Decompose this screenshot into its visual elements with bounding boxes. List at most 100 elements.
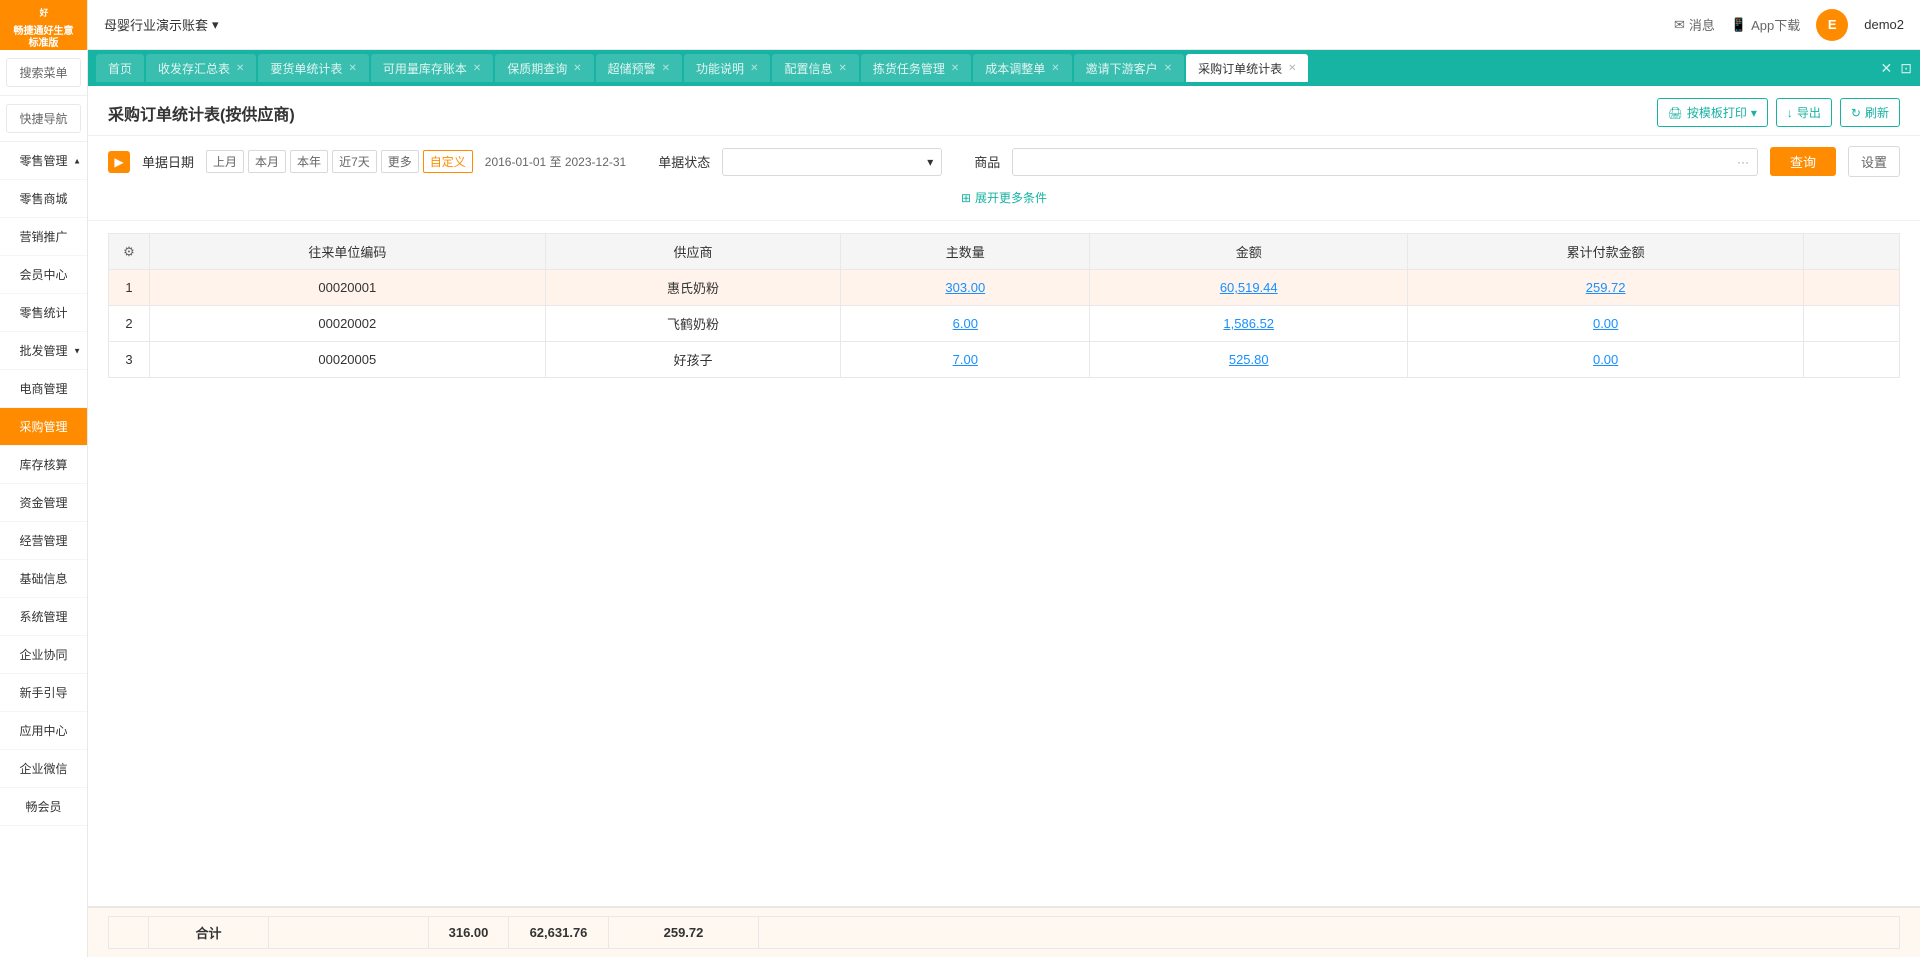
- row-3-amount[interactable]: 525.80: [1090, 342, 1408, 378]
- tab-function-desc[interactable]: 功能说明 ✕: [684, 54, 770, 82]
- sidebar-item-marketing[interactable]: 营销推广: [0, 218, 87, 256]
- row-3-qty[interactable]: 7.00: [841, 342, 1090, 378]
- tab-cost-adjust-close[interactable]: ✕: [1051, 63, 1059, 74]
- sidebar-item-finance[interactable]: 资金管理: [0, 484, 87, 522]
- tab-warranty-query-label: 保质期查询: [507, 60, 567, 77]
- sidebar-item-retail-stat[interactable]: 零售统计: [0, 294, 87, 332]
- row-2-qty[interactable]: 6.00: [841, 306, 1090, 342]
- sidebar-item-wechat[interactable]: 企业微信: [0, 750, 87, 788]
- tab-order-summary-close[interactable]: ✕: [348, 63, 356, 74]
- filter-date-more[interactable]: 更多: [381, 150, 419, 173]
- row-2-paid[interactable]: 0.00: [1408, 306, 1804, 342]
- row-3-supplier: 好孩子: [545, 342, 841, 378]
- tab-available-inventory-close[interactable]: ✕: [473, 63, 481, 74]
- print-dropdown-icon: ▾: [1751, 106, 1757, 120]
- tab-purchase-summary[interactable]: 采购订单统计表 ✕: [1186, 54, 1308, 82]
- username-label[interactable]: demo2: [1864, 17, 1904, 32]
- tab-available-inventory[interactable]: 可用量库存账本 ✕: [371, 54, 493, 82]
- user-avatar[interactable]: E: [1816, 9, 1848, 41]
- export-button[interactable]: ↓ 导出: [1776, 98, 1832, 127]
- sidebar-item-member[interactable]: 会员中心: [0, 256, 87, 294]
- sidebar-item-newbie[interactable]: 新手引导: [0, 674, 87, 712]
- print-button[interactable]: 🖨 按模板打印 ▾: [1657, 98, 1768, 127]
- sidebar-item-vip[interactable]: 畅会员: [0, 788, 87, 826]
- filter-goods-input[interactable]: ···: [1012, 148, 1758, 176]
- filter-date-7days[interactable]: 近7天: [332, 150, 377, 173]
- tab-picking-task[interactable]: 拣货任务管理 ✕: [861, 54, 971, 82]
- sidebar-item-retail-mall[interactable]: 零售商城: [0, 180, 87, 218]
- sidebar-item-app-center[interactable]: 应用中心: [0, 712, 87, 750]
- row-3-num: 3: [109, 342, 150, 378]
- tab-order-summary-label: 要货单统计表: [270, 60, 342, 77]
- filter-date-range: 2016-01-01 至 2023-12-31: [485, 153, 626, 170]
- sidebar-item-system[interactable]: 系统管理: [0, 598, 87, 636]
- filter-date-last-month[interactable]: 上月: [206, 150, 244, 173]
- svg-text:好: 好: [38, 6, 48, 17]
- table-settings-icon[interactable]: ⚙: [121, 244, 137, 260]
- tab-purchase-summary-close[interactable]: ✕: [1288, 63, 1296, 74]
- tab-receive-summary-close[interactable]: ✕: [236, 63, 244, 74]
- row-1-paid[interactable]: 259.72: [1408, 270, 1804, 306]
- tab-maximize-button[interactable]: ⊡: [1900, 60, 1912, 77]
- expand-more-button[interactable]: ⊞ 展开更多条件: [108, 185, 1900, 210]
- col-settings: ⚙: [109, 234, 150, 270]
- status-filter-label: 单据状态: [658, 152, 710, 171]
- tab-overstock-warning[interactable]: 超储预警 ✕: [596, 54, 682, 82]
- filter-date-this-month[interactable]: 本月: [248, 150, 286, 173]
- sidebar-item-ecommerce[interactable]: 电商管理: [0, 370, 87, 408]
- tab-warranty-query-close[interactable]: ✕: [573, 63, 581, 74]
- filter-toggle-button[interactable]: ▶: [108, 151, 130, 173]
- row-3-paid[interactable]: 0.00: [1408, 342, 1804, 378]
- tab-overstock-warning-close[interactable]: ✕: [662, 63, 670, 74]
- row-2-amount[interactable]: 1,586.52: [1090, 306, 1408, 342]
- tab-warranty-query[interactable]: 保质期查询 ✕: [495, 54, 593, 82]
- sidebar-item-basic[interactable]: 基础信息: [0, 560, 87, 598]
- tab-picking-task-close[interactable]: ✕: [951, 63, 959, 74]
- footer-empty-right: [759, 917, 1900, 949]
- tab-function-desc-close[interactable]: ✕: [750, 63, 758, 74]
- select-dropdown-icon: ▾: [927, 155, 933, 169]
- table-row: 1 00020001 惠氏奶粉 303.00 60,519.44 259.72: [109, 270, 1900, 306]
- tab-invite-downstream-close[interactable]: ✕: [1164, 63, 1172, 74]
- app-download-button[interactable]: 📱 App下载: [1731, 15, 1800, 34]
- tab-invite-downstream-label: 邀请下游客户: [1086, 60, 1158, 77]
- refresh-button[interactable]: ↻ 刷新: [1840, 98, 1900, 127]
- account-name: 母婴行业演示账套: [104, 15, 208, 34]
- tab-picking-task-label: 拣货任务管理: [873, 60, 945, 77]
- tab-order-summary[interactable]: 要货单统计表 ✕: [258, 54, 368, 82]
- row-3-empty: [1803, 342, 1899, 378]
- search-menu-button[interactable]: 搜索菜单: [6, 58, 81, 87]
- sidebar-item-operation[interactable]: 经营管理: [0, 522, 87, 560]
- tab-home[interactable]: 首页: [96, 54, 144, 82]
- table-row: 3 00020005 好孩子 7.00 525.80 0.00: [109, 342, 1900, 378]
- sidebar-item-inventory[interactable]: 库存核算: [0, 446, 87, 484]
- account-dropdown[interactable]: 母婴行业演示账套 ▾: [104, 15, 219, 34]
- tab-receive-summary[interactable]: 收发存汇总表 ✕: [146, 54, 256, 82]
- filter-custom-tag[interactable]: 自定义: [423, 150, 473, 173]
- filter-date-this-year[interactable]: 本年: [290, 150, 328, 173]
- tab-cost-adjust[interactable]: 成本调整单 ✕: [973, 54, 1071, 82]
- sidebar: 好 畅捷通好生意 标准版 搜索菜单 快捷导航 零售管理 零售商城 营销推广 会员…: [0, 0, 88, 957]
- tab-config-info-label: 配置信息: [784, 60, 832, 77]
- row-1-supplier: 惠氏奶粉: [545, 270, 841, 306]
- sidebar-item-enterprise[interactable]: 企业协同: [0, 636, 87, 674]
- topbar: 母婴行业演示账套 ▾ ✉ 消息 📱 App下载 E demo2: [88, 0, 1920, 50]
- tab-invite-downstream[interactable]: 邀请下游客户 ✕: [1074, 54, 1184, 82]
- tab-config-info[interactable]: 配置信息 ✕: [772, 54, 858, 82]
- row-1-amount[interactable]: 60,519.44: [1090, 270, 1408, 306]
- filter-date-buttons: 上月 本月 本年 近7天 更多 自定义: [206, 150, 473, 173]
- tab-config-info-close[interactable]: ✕: [838, 63, 846, 74]
- sidebar-item-purchase[interactable]: 采购管理: [0, 408, 87, 446]
- message-button[interactable]: ✉ 消息: [1674, 15, 1715, 34]
- row-1-qty[interactable]: 303.00: [841, 270, 1090, 306]
- sidebar-item-wholesale[interactable]: 批发管理: [0, 332, 87, 370]
- page-header: 采购订单统计表(按供应商) 🖨 按模板打印 ▾ ↓ 导出 ↻ 刷新: [88, 86, 1920, 136]
- settings-button[interactable]: 设置: [1848, 146, 1900, 177]
- quick-nav-button[interactable]: 快捷导航: [6, 104, 81, 133]
- filter-status-select[interactable]: ▾: [722, 148, 942, 176]
- query-button[interactable]: 查询: [1770, 147, 1836, 176]
- app-logo-text: 畅捷通好生意: [14, 26, 74, 38]
- sidebar-item-retail[interactable]: 零售管理: [0, 142, 87, 180]
- footer-row: 合计 316.00 62,631.76 259.72: [109, 917, 1900, 949]
- tab-close-all-button[interactable]: ✕: [1881, 60, 1893, 77]
